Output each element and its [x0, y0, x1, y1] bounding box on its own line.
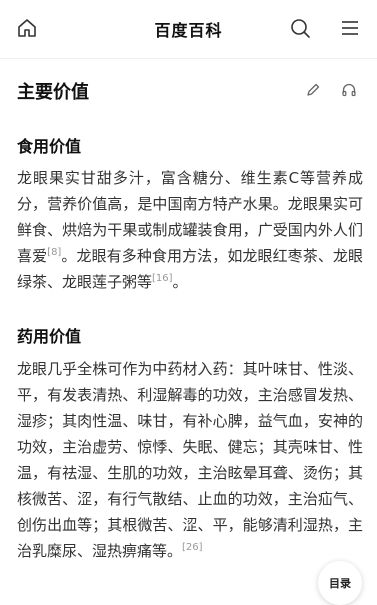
section-header: 主要价值 [0, 70, 377, 110]
reference-26[interactable]: [26] [182, 542, 203, 553]
reference-16[interactable]: [16] [152, 273, 173, 284]
top-bar: 百度百科 [0, 0, 377, 59]
reference-8[interactable]: [8] [47, 247, 61, 258]
medicine-paragraph: 龙眼几乎全株可作为中药材入药：其叶味甘、性淡、平，有发表清热、利湿解毒的功效，主… [17, 360, 363, 560]
heading-medicine-value: 药用价值 [17, 327, 82, 346]
heading-food-value: 食用价值 [17, 137, 82, 156]
section-title: 主要价值 [17, 82, 89, 103]
listen-icon[interactable] [341, 82, 357, 98]
toc-button[interactable]: 目录 [318, 561, 362, 605]
edit-icon[interactable] [305, 82, 321, 98]
search-icon[interactable] [289, 17, 311, 39]
food-paragraph: 龙眼果实甘甜多汁，富含糖分、维生素C等营养成分，营养价值高，是中国南方特产水果。… [17, 169, 363, 291]
page-title: 百度百科 [154, 21, 223, 40]
menu-icon[interactable] [339, 17, 361, 39]
